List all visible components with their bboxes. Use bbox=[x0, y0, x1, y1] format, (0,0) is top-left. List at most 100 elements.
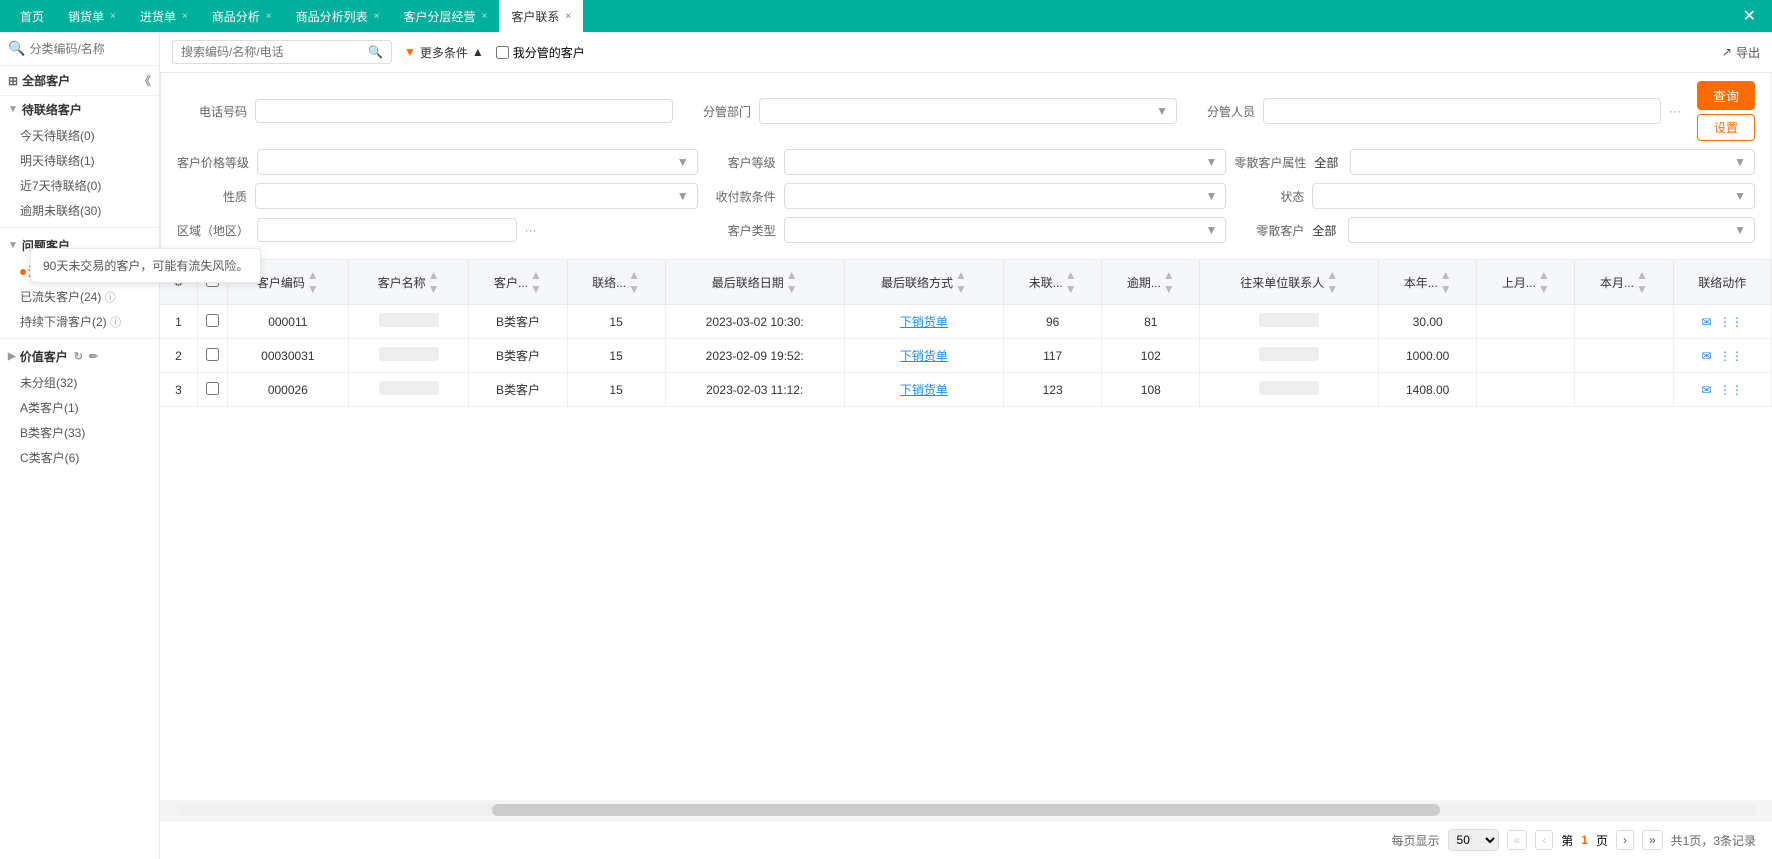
table-row: 2 00030031 B类客户 15 2023-02-09 19:52: 下销货… bbox=[160, 339, 1772, 373]
nav-product-analysis-close[interactable]: × bbox=[266, 11, 272, 22]
filter-retail-customer-select[interactable]: ▼ bbox=[1348, 217, 1755, 243]
nav-product-analysis-list-close[interactable]: × bbox=[374, 11, 380, 22]
scrollbar-thumb[interactable] bbox=[492, 804, 1440, 816]
sidebar-item-churned[interactable]: 已流失客户(24) ⓘ bbox=[0, 284, 159, 309]
sort-arrows-method[interactable]: ▲▼ bbox=[955, 268, 967, 296]
settings-button[interactable]: 设置 bbox=[1697, 114, 1755, 141]
filter-status-select[interactable]: ▼ bbox=[1312, 183, 1755, 209]
sort-arrows-year[interactable]: ▲▼ bbox=[1440, 268, 1452, 296]
horizontal-scrollbar[interactable] bbox=[176, 804, 1756, 816]
action-contact-icon-0[interactable]: ✉ bbox=[1702, 315, 1712, 329]
cell-seq-2: 3 bbox=[160, 373, 197, 407]
nav-product-analysis[interactable]: 商品分析 × bbox=[200, 0, 284, 32]
sidebar-group-pending[interactable]: ▼ 待联络客户 bbox=[0, 96, 159, 123]
filter-retail-attr-select[interactable]: ▼ bbox=[1350, 149, 1755, 175]
prev-page-button[interactable]: ‹ bbox=[1535, 830, 1553, 850]
filter-customer-type-select[interactable]: ▼ bbox=[784, 217, 1227, 243]
my-customers-checkbox-wrap[interactable]: 我分管的客户 bbox=[496, 44, 585, 61]
nav-purchase-order[interactable]: 进货单 × bbox=[128, 0, 200, 32]
sidebar-search-input[interactable] bbox=[29, 42, 151, 56]
action-contact-icon-2[interactable]: ✉ bbox=[1702, 383, 1712, 397]
my-customers-checkbox[interactable] bbox=[496, 46, 509, 59]
last-method-link-0[interactable]: 下销货单 bbox=[900, 315, 948, 329]
sort-arrows-code[interactable]: ▲▼ bbox=[307, 268, 319, 296]
sort-arrows-type[interactable]: ▲▼ bbox=[530, 268, 542, 296]
export-button[interactable]: ↗ 导出 bbox=[1722, 44, 1760, 61]
filter-customer-level-select[interactable]: ▼ bbox=[784, 149, 1227, 175]
sidebar-item-declining[interactable]: 持续下滑客户(2) ⓘ bbox=[0, 309, 159, 334]
sort-arrows-last-month[interactable]: ▲▼ bbox=[1538, 268, 1550, 296]
cell-actions-0: ✉ ⋮⋮ bbox=[1673, 305, 1771, 339]
sidebar-item-ungrouped[interactable]: 未分组(32) bbox=[0, 370, 159, 395]
filter-field-phone: 电话号码 bbox=[177, 99, 673, 123]
last-method-link-1[interactable]: 下销货单 bbox=[900, 349, 948, 363]
last-page-button[interactable]: » bbox=[1642, 830, 1663, 850]
nav-sales-order-close[interactable]: × bbox=[110, 11, 116, 22]
cell-this-year-2: 1408.00 bbox=[1379, 373, 1477, 407]
filter-manager-ellipsis[interactable]: ··· bbox=[1669, 104, 1681, 118]
filter-label-nature: 性质 bbox=[177, 188, 247, 205]
sort-arrows-not-contacted[interactable]: ▲▼ bbox=[1065, 268, 1077, 296]
filter-label-status: 状态 bbox=[1234, 188, 1304, 205]
table-header-row: ⚙ 客户编码 ▲▼ bbox=[160, 260, 1772, 305]
query-button[interactable]: 查询 bbox=[1697, 81, 1755, 110]
nav-customer-contact-close[interactable]: × bbox=[565, 11, 571, 22]
cell-checkbox-0 bbox=[197, 305, 227, 339]
sidebar-group-value[interactable]: ▶ 价值客户 ↻ ✏ bbox=[0, 343, 159, 370]
filter-region-input[interactable] bbox=[257, 218, 517, 242]
action-contact-icon-1[interactable]: ✉ bbox=[1702, 349, 1712, 363]
sidebar-item-7days-pending[interactable]: 近7天待联络(0) bbox=[0, 173, 159, 198]
nav-customer-contact[interactable]: 客户联系 × bbox=[499, 0, 583, 32]
search-button-icon[interactable]: 🔍 bbox=[368, 45, 383, 59]
nav-purchase-order-close[interactable]: × bbox=[182, 11, 188, 22]
first-page-button[interactable]: « bbox=[1507, 830, 1528, 850]
cell-last-date-1: 2023-02-09 19:52: bbox=[665, 339, 844, 373]
search-input-wrap: 🔍 bbox=[172, 40, 392, 64]
action-more-icon-0[interactable]: ⋮⋮ bbox=[1719, 315, 1743, 329]
action-more-icon-1[interactable]: ⋮⋮ bbox=[1719, 349, 1743, 363]
export-icon: ↗ bbox=[1722, 45, 1732, 59]
search-input[interactable] bbox=[181, 45, 364, 59]
divider-2 bbox=[0, 338, 159, 339]
sort-arrows-this-month[interactable]: ▲▼ bbox=[1636, 268, 1648, 296]
filter-price-level-select[interactable]: ▼ bbox=[257, 149, 698, 175]
window-close-button[interactable]: ✕ bbox=[1735, 6, 1764, 26]
next-page-button[interactable]: › bbox=[1616, 830, 1634, 850]
sort-arrows-last-date[interactable]: ▲▼ bbox=[786, 268, 798, 296]
nav-product-analysis-list[interactable]: 商品分析列表 × bbox=[284, 0, 392, 32]
sidebar-all-customers[interactable]: ⊞ 全部客户 《 bbox=[0, 66, 159, 96]
nav-customer-segmentation[interactable]: 客户分层经营 × bbox=[391, 0, 499, 32]
sort-arrows-overdue[interactable]: ▲▼ bbox=[1163, 268, 1175, 296]
sidebar-item-class-b[interactable]: B类客户(33) bbox=[0, 420, 159, 445]
sidebar-item-class-c[interactable]: C类客户(6) bbox=[0, 445, 159, 470]
filter-dept-select[interactable]: ▼ bbox=[759, 98, 1177, 124]
sidebar-item-today-pending[interactable]: 今天待联络(0) bbox=[0, 123, 159, 148]
row-checkbox-1[interactable] bbox=[206, 348, 219, 361]
nav-customer-segmentation-close[interactable]: × bbox=[481, 11, 487, 22]
row-checkbox-0[interactable] bbox=[206, 314, 219, 327]
sort-arrows-name[interactable]: ▲▼ bbox=[428, 268, 440, 296]
page-size-select[interactable]: 50 100 200 bbox=[1448, 829, 1499, 851]
sidebar-item-overdue-pending[interactable]: 逾期未联络(30) bbox=[0, 198, 159, 223]
last-method-link-2[interactable]: 下销货单 bbox=[900, 383, 948, 397]
filter-nature-select[interactable]: ▼ bbox=[255, 183, 698, 209]
cell-overdue-1: 102 bbox=[1102, 339, 1200, 373]
nav-home[interactable]: 首页 bbox=[8, 0, 56, 32]
content-area: 🔍 ▼ 更多条件 ▲ 我分管的客户 ↗ 导出 bbox=[160, 32, 1772, 859]
filter-phone-input[interactable] bbox=[255, 99, 673, 123]
sort-arrows-unit[interactable]: ▲▼ bbox=[1326, 268, 1338, 296]
cell-code-1: 00030031 bbox=[227, 339, 348, 373]
filter-manager-select[interactable] bbox=[1263, 98, 1661, 124]
sort-arrows-contact[interactable]: ▲▼ bbox=[628, 268, 640, 296]
cell-this-year-0: 30.00 bbox=[1379, 305, 1477, 339]
sidebar-item-tomorrow-pending[interactable]: 明天待联络(1) bbox=[0, 148, 159, 173]
churn-risk-tooltip: 90天未交易的客户，可能有流失风险。 bbox=[30, 248, 261, 283]
cell-type-2: B类客户 bbox=[469, 373, 567, 407]
more-filter-button[interactable]: ▼ 更多条件 ▲ bbox=[404, 44, 484, 61]
action-more-icon-2[interactable]: ⋮⋮ bbox=[1719, 383, 1743, 397]
row-checkbox-2[interactable] bbox=[206, 382, 219, 395]
nav-sales-order[interactable]: 销货单 × bbox=[56, 0, 128, 32]
region-ellipsis[interactable]: ··· bbox=[525, 223, 537, 237]
sidebar-item-class-a[interactable]: A类客户(1) bbox=[0, 395, 159, 420]
filter-payment-select[interactable]: ▼ bbox=[784, 183, 1227, 209]
